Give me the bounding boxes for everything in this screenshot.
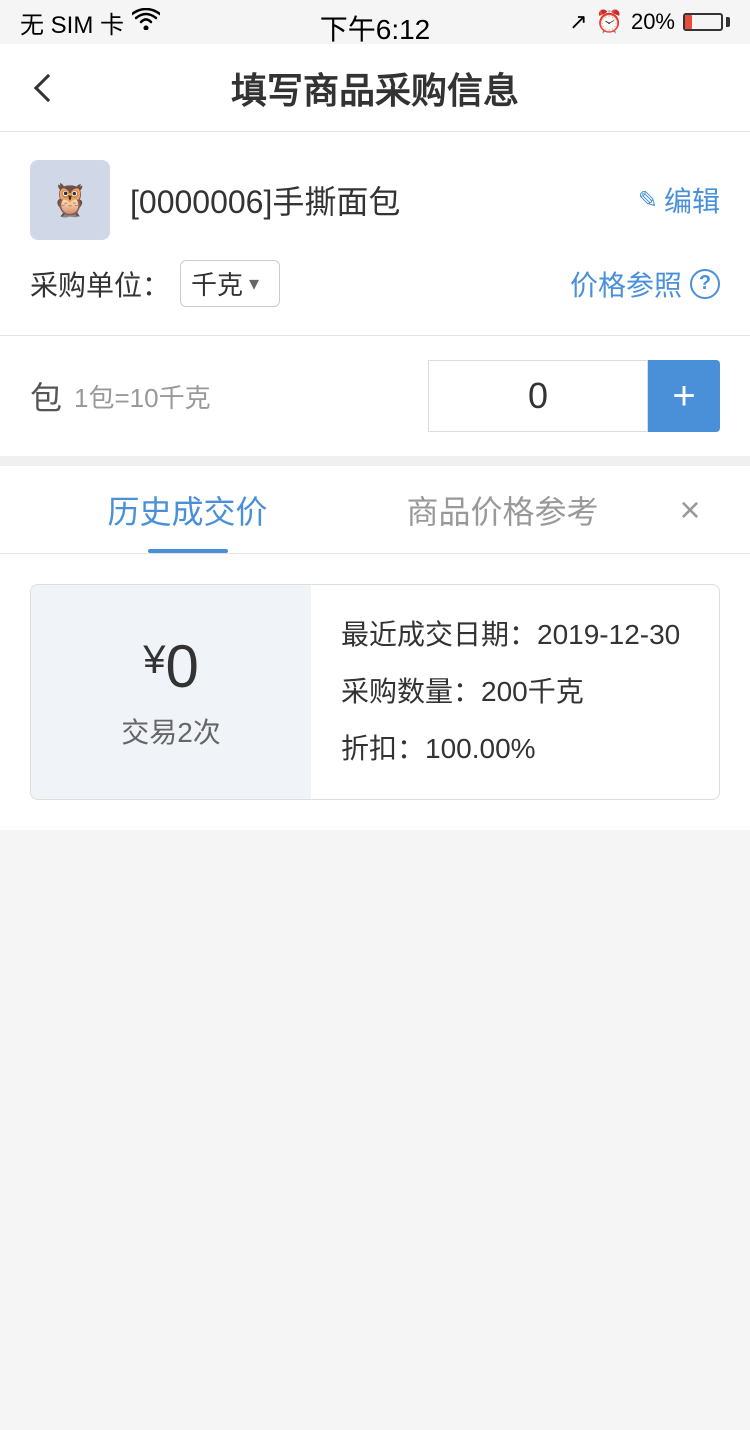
tab-bar: 历史成交价 商品价格参考 × bbox=[0, 466, 750, 554]
history-price-value: 0 bbox=[165, 633, 198, 700]
recent-date-value: 2019-12-30 bbox=[537, 619, 680, 650]
price-reference-button[interactable]: 价格参照 ? bbox=[570, 264, 720, 304]
status-time: 下午6:12 bbox=[320, 8, 431, 48]
discount-label: 折扣： bbox=[341, 733, 425, 764]
history-price-column: ¥0 交易2次 bbox=[31, 585, 311, 799]
close-button[interactable]: × bbox=[660, 480, 720, 540]
product-name: [0000006]手撕面包 bbox=[130, 177, 400, 223]
tab-price-reference[interactable]: 商品价格参考 bbox=[345, 466, 660, 553]
edit-button[interactable]: ✎ 编辑 bbox=[638, 180, 720, 220]
carrier-text: 无 SIM 卡 bbox=[20, 5, 124, 40]
quantity-unit-equiv: 1包=10千克 bbox=[74, 378, 211, 415]
plus-icon: + bbox=[672, 374, 695, 419]
purchase-qty-value: 200千克 bbox=[481, 676, 584, 707]
history-detail-column: 最近成交日期：2019-12-30 采购数量：200千克 折扣：100.00% bbox=[311, 585, 719, 799]
back-arrow-icon bbox=[34, 73, 62, 101]
recent-date-row: 最近成交日期：2019-12-30 bbox=[341, 615, 689, 654]
chevron-down-icon: ▾ bbox=[249, 271, 259, 296]
discount-row: 折扣：100.00% bbox=[341, 729, 689, 768]
product-thumbnail: 🦉 bbox=[30, 160, 110, 240]
product-left: 🦉 [0000006]手撕面包 bbox=[30, 160, 400, 240]
product-card: 🦉 [0000006]手撕面包 ✎ 编辑 采购单位： 千克 ▾ 价格参照 ? bbox=[0, 132, 750, 336]
quantity-plus-button[interactable]: + bbox=[648, 360, 720, 432]
bottom-panel: 历史成交价 商品价格参考 × ¥0 交易2次 最近成交日期：2019-12-30 bbox=[0, 466, 750, 830]
purchase-qty-row: 采购数量：200千克 bbox=[341, 672, 689, 711]
product-header: 🦉 [0000006]手撕面包 ✎ 编辑 bbox=[30, 160, 720, 240]
tab-price-ref-label: 商品价格参考 bbox=[406, 487, 598, 533]
unit-select[interactable]: 千克 ▾ bbox=[180, 260, 280, 307]
close-icon: × bbox=[679, 489, 700, 531]
battery-percent: 20% bbox=[631, 9, 675, 35]
currency-symbol: ¥ bbox=[143, 638, 165, 682]
trade-count: 交易2次 bbox=[121, 711, 221, 751]
tab-active-indicator bbox=[148, 549, 228, 553]
status-right: ↗ ⏰ 20% bbox=[569, 9, 730, 35]
quantity-value: 0 bbox=[528, 375, 548, 417]
quantity-control: 0 + bbox=[428, 360, 720, 432]
quantity-unit-info: 包 1包=10千克 bbox=[30, 373, 211, 419]
purchase-qty-label: 采购数量： bbox=[341, 676, 481, 707]
product-unit-row: 采购单位： 千克 ▾ 价格参照 ? bbox=[30, 260, 720, 307]
quantity-input[interactable]: 0 bbox=[428, 360, 648, 432]
wifi-icon bbox=[132, 8, 160, 37]
product-logo-icon: 🦉 bbox=[50, 181, 90, 219]
help-icon: ? bbox=[690, 269, 720, 299]
quantity-unit-badge: 包 bbox=[30, 373, 62, 419]
discount-value: 100.00% bbox=[425, 733, 536, 764]
edit-icon: ✎ bbox=[638, 186, 658, 215]
location-icon: ↗ bbox=[569, 9, 587, 35]
battery-icon bbox=[683, 13, 730, 31]
tab-history-price[interactable]: 历史成交价 bbox=[30, 466, 345, 553]
back-button[interactable] bbox=[24, 64, 72, 112]
status-left: 无 SIM 卡 bbox=[20, 5, 160, 40]
history-content: ¥0 交易2次 最近成交日期：2019-12-30 采购数量：200千克 折扣：… bbox=[0, 554, 750, 830]
unit-label: 采购单位： 千克 ▾ bbox=[30, 260, 280, 307]
status-bar: 无 SIM 卡 下午6:12 ↗ ⏰ 20% bbox=[0, 0, 750, 44]
recent-date-label: 最近成交日期： bbox=[341, 619, 537, 650]
price-ref-label: 价格参照 bbox=[570, 264, 682, 304]
history-card: ¥0 交易2次 最近成交日期：2019-12-30 采购数量：200千克 折扣：… bbox=[30, 584, 720, 800]
help-symbol: ? bbox=[699, 272, 711, 295]
unit-label-text: 采购单位： bbox=[30, 264, 170, 304]
unit-value: 千克 bbox=[191, 265, 243, 302]
page-background bbox=[0, 830, 750, 1430]
nav-bar: 填写商品采购信息 bbox=[0, 44, 750, 132]
page-title: 填写商品采购信息 bbox=[231, 62, 519, 114]
history-price-display: ¥0 bbox=[143, 632, 199, 701]
tab-history-label: 历史成交价 bbox=[107, 487, 267, 533]
quantity-row: 包 1包=10千克 0 + bbox=[0, 336, 750, 466]
alarm-icon: ⏰ bbox=[596, 9, 623, 35]
edit-label: 编辑 bbox=[664, 180, 720, 220]
